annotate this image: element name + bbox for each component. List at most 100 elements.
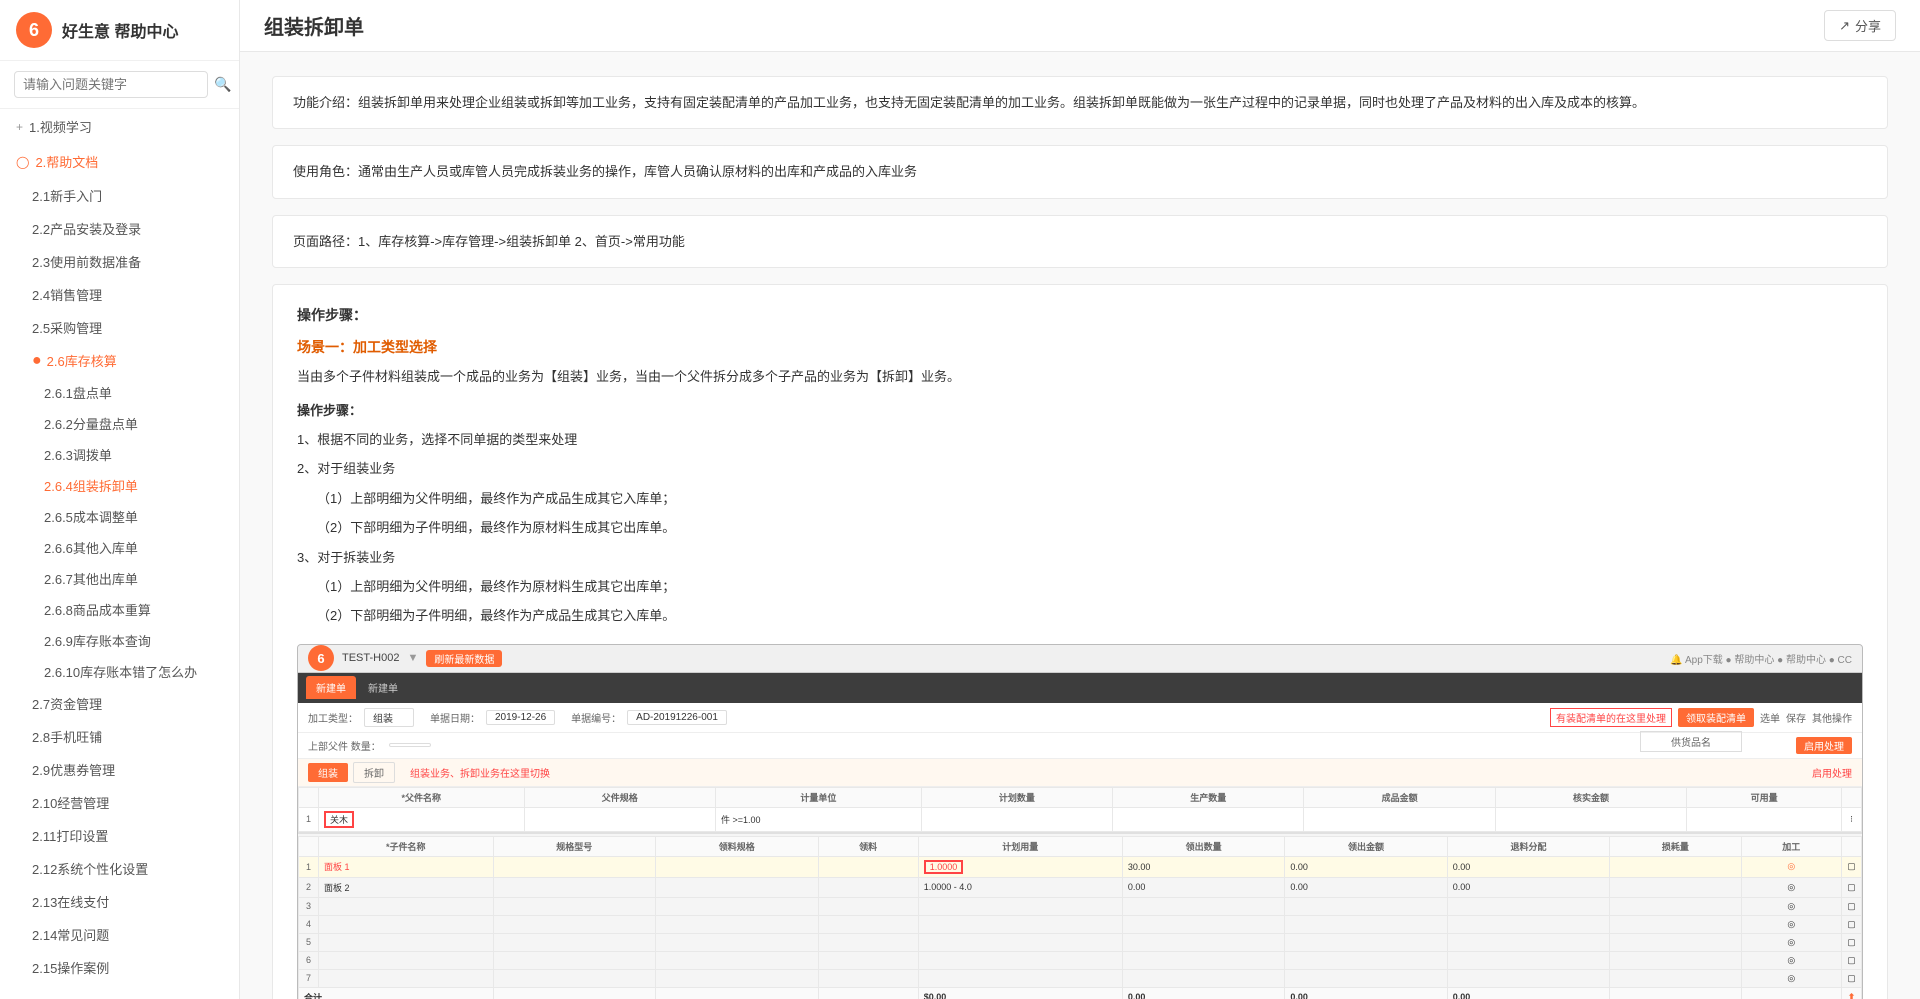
sidebar-item-transfer[interactable]: 2.6.3调拨单 — [0, 439, 239, 470]
sidebar-item-assembly[interactable]: 2.6.4组装拆卸单 — [0, 470, 239, 501]
sidebar-item-inventory[interactable]: ● 2.6库存核算 — [0, 344, 239, 377]
table-row: 3 ◎ — [299, 897, 1862, 915]
col-process: 加工 — [1741, 836, 1841, 856]
inventory-label: 2.6库存核算 — [47, 351, 117, 370]
tab-active[interactable]: 新建单 — [306, 676, 356, 699]
sidebar-header: 6 好生意 帮助中心 — [0, 0, 239, 61]
tab-list[interactable]: 新建单 — [358, 676, 408, 699]
col-return: 退料分配 — [1447, 836, 1609, 856]
enable-input: 供货品名 — [1640, 731, 1742, 752]
doc-no-label: 单据编号： — [571, 710, 621, 725]
sidebar-item-operation[interactable]: 2.10经营管理 — [0, 786, 239, 819]
nav-section: + 1.视频学习 ◯ 2.帮助文档 2.1新手入门 2.2产品安装及登录 2.3… — [0, 109, 239, 984]
sidebar-item-newuser[interactable]: 2.1新手入门 — [0, 179, 239, 212]
sidebar-item-custom[interactable]: 2.12系统个性化设置 — [0, 852, 239, 885]
table-row: 4 ◎ — [299, 915, 1862, 933]
parent-count-label: 上部父件 数量： — [308, 738, 381, 753]
refresh-btn[interactable]: 刷新最新数据 — [426, 650, 502, 667]
sidebar-item-stocktake[interactable]: 2.6.1盘点单 — [0, 377, 239, 408]
col-sub-spec: 规格型号 — [493, 836, 655, 856]
save-label: 保存 — [1786, 710, 1806, 725]
content-area: 功能介绍：组装拆卸单用来处理企业组装或拆卸等加工业务，支持有固定装配清单的产品加… — [240, 52, 1920, 999]
sidebar-item-install[interactable]: 2.2产品安装及登录 — [0, 212, 239, 245]
sidebar-item-merchandisecost[interactable]: 2.6.8商品成本重算 — [0, 594, 239, 625]
expand-icon: ◯ — [16, 155, 29, 169]
share-label: 分享 — [1855, 16, 1881, 35]
screenshot-wrapper: 6 TEST-H002 ▼ 刷新最新数据 🔔 App下载 ● 帮助中心 ● 帮助… — [297, 644, 1863, 999]
doc-type-label: 加工类型： — [308, 710, 358, 725]
sidebar-item-mobile[interactable]: 2.8手机旺铺 — [0, 720, 239, 753]
sidebar-item-docs[interactable]: ◯ 2.帮助文档 — [0, 144, 239, 179]
col-unit: 计量单位 — [716, 787, 922, 807]
doc-type-value: 组装 — [364, 708, 414, 727]
step2-2: （2）下部明细为子件明细，最终作为原材料生成其它出库单。 — [297, 516, 1863, 539]
logo-icon: 6 — [16, 12, 52, 48]
col-sub-action — [1842, 836, 1862, 856]
sidebar-item-purchase[interactable]: 2.5采购管理 — [0, 311, 239, 344]
prod-qty-cell — [1113, 807, 1304, 831]
row-num: 1 — [299, 807, 319, 831]
sidebar-item-stockfix[interactable]: 2.6.10库存账本错了怎么办 — [0, 656, 239, 687]
col-pick: 领料 — [818, 836, 918, 856]
col-loss: 损耗量 — [1610, 836, 1741, 856]
sidebar-item-video[interactable]: + 1.视频学习 — [0, 109, 239, 144]
action-cell: ⁝ — [1842, 807, 1862, 831]
col-action — [1842, 787, 1862, 807]
role-block: 使用角色：通常由生产人员或库管人员完成拆装业务的操作，库管人员确认原材料的出库和… — [272, 145, 1888, 198]
real-amount-cell — [1495, 807, 1686, 831]
parent-spec-cell — [524, 807, 715, 831]
sidebar-item-sales[interactable]: 2.4销售管理 — [0, 278, 239, 311]
unit-cell: 件 >=1.00 — [716, 807, 922, 831]
col-out-amount: 领出金额 — [1285, 836, 1447, 856]
path-text: 页面路径：1、库存核算->库存管理->组装拆卸单 2、首页->常用功能 — [293, 234, 685, 249]
sidebar-item-prepare[interactable]: 2.3使用前数据准备 — [0, 245, 239, 278]
step3-2: （2）下部明细为子件明细，最终作为产成品生成其它入库单。 — [297, 604, 1863, 627]
step2: 2、对于组装业务 — [297, 457, 1863, 480]
col-out-qty: 领出数量 — [1122, 836, 1284, 856]
path-block: 页面路径：1、库存核算->库存管理->组装拆卸单 2、首页->常用功能 — [272, 215, 1888, 268]
table-row: 1 关木 件 >=1.00 — [299, 807, 1862, 831]
disassembly-tab[interactable]: 拆卸 — [353, 762, 395, 783]
top-bar: 组装拆卸单 ↗ 分享 — [240, 0, 1920, 52]
other-action: 其他操作 — [1812, 710, 1852, 725]
sidebar-item-finance[interactable]: 2.7资金管理 — [0, 687, 239, 720]
sidebar-item-coupon[interactable]: 2.9优惠券管理 — [0, 753, 239, 786]
collapse-icon: + — [16, 120, 23, 134]
pick-bom-btn[interactable]: 领取装配清单 — [1678, 708, 1754, 727]
plan-qty-cell — [921, 807, 1112, 831]
share-button[interactable]: ↗ 分享 — [1824, 10, 1896, 41]
sidebar-item-costadj[interactable]: 2.6.5成本调整单 — [0, 501, 239, 532]
search-icon[interactable]: 🔍 — [214, 76, 231, 93]
select-label: 选单 — [1760, 710, 1780, 725]
sidebar-item-cases[interactable]: 2.15操作案例 — [0, 951, 239, 984]
doc-date-label: 单据日期： — [430, 710, 480, 725]
sidebar-item-print[interactable]: 2.11打印设置 — [0, 819, 239, 852]
sidebar-item-onlinepay[interactable]: 2.13在线支付 — [0, 885, 239, 918]
search-input[interactable] — [14, 71, 208, 98]
role-text: 使用角色：通常由生产人员或库管人员完成拆装业务的操作，库管人员确认原材料的出库和… — [293, 164, 917, 179]
page-title: 组装拆卸单 — [264, 11, 364, 40]
sidebar-item-stockcheck[interactable]: 2.6.9库存账本查询 — [0, 625, 239, 656]
ops-title: 操作步骤： — [297, 305, 1863, 325]
assembly-tab[interactable]: 组装 — [308, 763, 348, 782]
intro-text: 功能介绍：组装拆卸单用来处理企业组装或拆卸等加工业务，支持有固定装配清单的产品加… — [293, 95, 1645, 110]
sidebar-item-otherinput[interactable]: 2.6.6其他入库单 — [0, 532, 239, 563]
col-plan-use: 计划用量 — [918, 836, 1122, 856]
parent-name-cell: 关木 — [319, 807, 525, 831]
col-amount: 成品金额 — [1304, 787, 1495, 807]
sidebar-item-partialstock[interactable]: 2.6.2分量盘点单 — [0, 408, 239, 439]
sub-name-cell: 面板 1 — [319, 856, 494, 877]
intro-block: 功能介绍：组装拆卸单用来处理企业组装或拆卸等加工业务，支持有固定装配清单的产品加… — [272, 76, 1888, 129]
inventory-dot: ● — [32, 352, 42, 370]
sidebar-item-otheroutput[interactable]: 2.6.7其他出库单 — [0, 563, 239, 594]
share-icon: ↗ — [1839, 18, 1850, 34]
step3-1: （1）上部明细为父件明细，最终作为原材料生成其它出库单； — [297, 575, 1863, 598]
app-logo: 6 — [308, 645, 334, 671]
table-row: 5 ◎ — [299, 933, 1862, 951]
top-right-icons: 🔔 App下载 ● 帮助中心 ● 帮助中心 ● CC — [1670, 651, 1852, 666]
sidebar-item-faq[interactable]: 2.14常见问题 — [0, 918, 239, 951]
use-process-btn[interactable]: 启用处理 — [1796, 737, 1852, 754]
table-row: 1 面板 1 1.0000 30.00 0.00 — [299, 856, 1862, 877]
sidebar: 6 好生意 帮助中心 🔍 + 1.视频学习 ◯ 2.帮助文档 2.1新手入门 2… — [0, 0, 240, 999]
logo-text: 好生意 帮助中心 — [62, 18, 178, 42]
